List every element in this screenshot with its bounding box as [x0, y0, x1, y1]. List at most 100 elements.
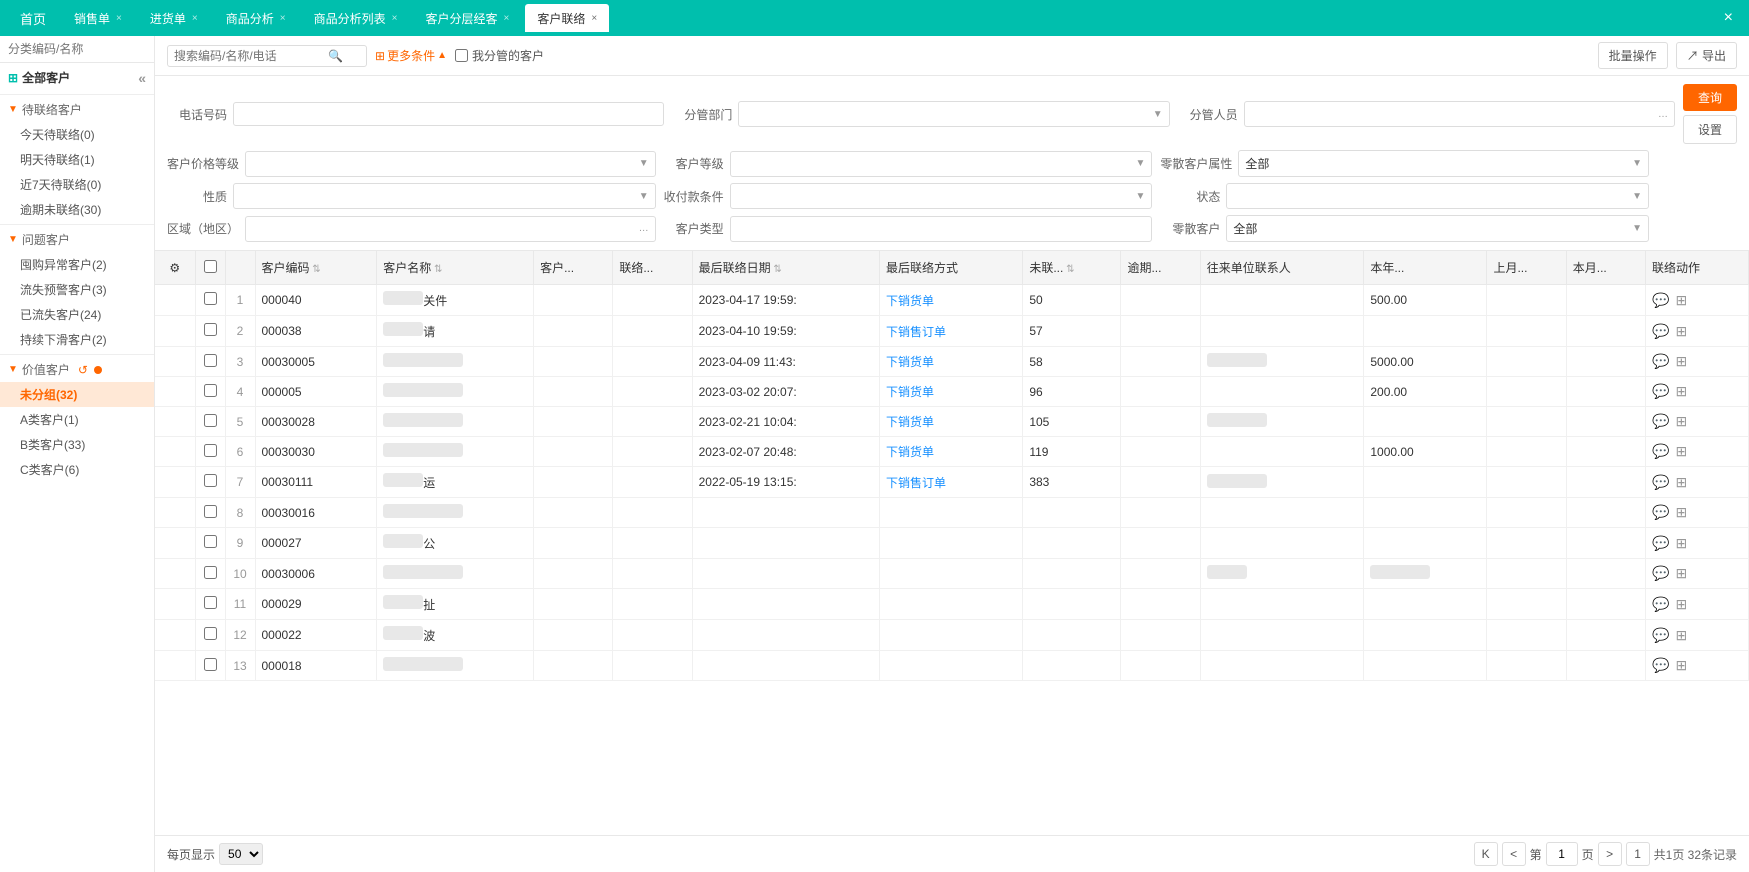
close-customer-contact-icon[interactable]: × [591, 13, 597, 24]
dept-select[interactable]: ▼ [738, 101, 1169, 127]
last-page-button[interactable]: 1 [1626, 842, 1650, 866]
sidebar-item-type-a[interactable]: A类客户(1) [0, 407, 154, 432]
status-select[interactable]: ▼ [1226, 183, 1649, 209]
chat-icon[interactable]: 💬 [1652, 474, 1669, 491]
last-contact-method-link[interactable]: 下销货单 [886, 445, 934, 459]
nav-tab-analysis[interactable]: 商品分析 × [214, 4, 298, 32]
settings-icon[interactable]: ⚙ [169, 261, 180, 275]
col-uncontacted[interactable]: 未联... [1023, 251, 1121, 285]
grid-action-icon[interactable]: ⊞ [1675, 565, 1687, 582]
select-all-checkbox[interactable] [204, 260, 217, 273]
sidebar-item-churn-warning[interactable]: 流失预警客户(3) [0, 277, 154, 302]
last-contact-method-link[interactable]: 下销货单 [886, 415, 934, 429]
my-customers-checkbox[interactable] [455, 49, 468, 62]
chat-icon[interactable]: 💬 [1652, 292, 1669, 309]
close-analysis-icon[interactable]: × [280, 13, 286, 24]
row-checkbox[interactable] [204, 474, 217, 487]
sidebar-item-declining[interactable]: 持续下滑客户(2) [0, 327, 154, 352]
my-customers-checkbox-label[interactable]: 我分管的客户 [455, 47, 544, 64]
prev-page-button[interactable]: < [1502, 842, 1526, 866]
area-select[interactable]: … [245, 216, 656, 242]
main-search-icon[interactable]: 🔍 [328, 49, 343, 63]
row-checkbox[interactable] [204, 505, 217, 518]
price-level-select[interactable]: ▼ [245, 151, 656, 177]
chat-icon[interactable]: 💬 [1652, 323, 1669, 340]
customer-type-select[interactable] [730, 216, 1153, 242]
col-last-contact-date[interactable]: 最后联络日期 [692, 251, 879, 285]
sidebar-item-churned[interactable]: 已流失客户(24) [0, 302, 154, 327]
value-refresh-icon[interactable]: ↺ [78, 363, 88, 377]
sidebar-item-tomorrow[interactable]: 明天待联络(1) [0, 147, 154, 172]
grid-action-icon[interactable]: ⊞ [1675, 353, 1687, 370]
sidebar-item-today[interactable]: 今天待联络(0) [0, 122, 154, 147]
chat-icon[interactable]: 💬 [1652, 383, 1669, 400]
sidebar-item-abnormal[interactable]: 囤购异常客户(2) [0, 252, 154, 277]
nature-select[interactable]: ▼ [233, 183, 656, 209]
grid-action-icon[interactable]: ⊞ [1675, 413, 1687, 430]
nav-tab-purchase[interactable]: 进货单 × [138, 4, 210, 32]
nav-tab-customer-contact[interactable]: 客户联络 × [525, 4, 609, 32]
chat-icon[interactable]: 💬 [1652, 443, 1669, 460]
grid-action-icon[interactable]: ⊞ [1675, 627, 1687, 644]
grid-action-icon[interactable]: ⊞ [1675, 292, 1687, 309]
close-sales-icon[interactable]: × [116, 13, 122, 24]
grid-action-icon[interactable]: ⊞ [1675, 596, 1687, 613]
sidebar-item-type-b[interactable]: B类客户(33) [0, 432, 154, 457]
chat-icon[interactable]: 💬 [1652, 353, 1669, 370]
query-button[interactable]: 查询 [1683, 84, 1737, 111]
manager-select[interactable]: … [1244, 101, 1675, 127]
row-checkbox[interactable] [204, 323, 217, 336]
pending-group-header[interactable]: ▼ 待联络客户 [0, 97, 154, 122]
col-name[interactable]: 客户名称 [377, 251, 534, 285]
more-conditions-btn[interactable]: ⊞ 更多条件 ▲ [375, 47, 447, 64]
retail-attr-select[interactable]: 全部 ▼ [1238, 150, 1649, 177]
last-contact-method-link[interactable]: 下销货单 [886, 355, 934, 369]
row-checkbox[interactable] [204, 566, 217, 579]
row-checkbox[interactable] [204, 292, 217, 305]
row-checkbox[interactable] [204, 596, 217, 609]
sidebar-search-input[interactable] [8, 42, 155, 56]
app-close-icon[interactable]: × [1716, 9, 1741, 27]
sidebar-all-customers[interactable]: ⊞ 全部客户 « [0, 63, 154, 92]
col-code[interactable]: 客户编码 [255, 251, 377, 285]
nav-home-tab[interactable]: 首页 [8, 9, 58, 28]
sidebar-item-ungrouped[interactable]: 未分组(32) [0, 382, 154, 407]
row-checkbox[interactable] [204, 658, 217, 671]
row-checkbox[interactable] [204, 444, 217, 457]
close-customer-seg-icon[interactable]: × [503, 13, 509, 24]
first-page-button[interactable]: K [1474, 842, 1498, 866]
chat-icon[interactable]: 💬 [1652, 596, 1669, 613]
last-contact-method-link[interactable]: 下销货单 [886, 294, 934, 308]
chat-icon[interactable]: 💬 [1652, 565, 1669, 582]
payment-terms-select[interactable]: ▼ [730, 183, 1153, 209]
nav-tab-analysis-list[interactable]: 商品分析列表 × [302, 4, 410, 32]
chat-icon[interactable]: 💬 [1652, 535, 1669, 552]
last-contact-method-link[interactable]: 下销货单 [886, 385, 934, 399]
close-analysis-list-icon[interactable]: × [392, 13, 398, 24]
last-contact-method-link[interactable]: 下销售订单 [886, 476, 946, 490]
grid-action-icon[interactable]: ⊞ [1675, 535, 1687, 552]
grid-action-icon[interactable]: ⊞ [1675, 383, 1687, 400]
row-checkbox[interactable] [204, 414, 217, 427]
page-number-input[interactable] [1546, 842, 1578, 866]
grid-action-icon[interactable]: ⊞ [1675, 504, 1687, 521]
grid-action-icon[interactable]: ⊞ [1675, 474, 1687, 491]
batch-op-button[interactable]: 批量操作 [1598, 42, 1668, 69]
value-group-header[interactable]: ▼ 价值客户 ↺ [0, 357, 154, 382]
nav-tab-customer-seg[interactable]: 客户分层经客 × [413, 4, 521, 32]
chat-icon[interactable]: 💬 [1652, 413, 1669, 430]
chat-icon[interactable]: 💬 [1652, 627, 1669, 644]
problem-group-header[interactable]: ▼ 问题客户 [0, 227, 154, 252]
nav-tab-sales[interactable]: 销售单 × [62, 4, 134, 32]
main-search-input[interactable] [174, 49, 324, 63]
retail-customer-select[interactable]: 全部 ▼ [1226, 215, 1649, 242]
row-checkbox[interactable] [204, 384, 217, 397]
page-size-select[interactable]: 50 [219, 843, 263, 865]
chat-icon[interactable]: 💬 [1652, 504, 1669, 521]
close-purchase-icon[interactable]: × [192, 13, 198, 24]
grid-action-icon[interactable]: ⊞ [1675, 443, 1687, 460]
grid-action-icon[interactable]: ⊞ [1675, 657, 1687, 674]
sidebar-item-type-c[interactable]: C类客户(6) [0, 457, 154, 482]
grid-action-icon[interactable]: ⊞ [1675, 323, 1687, 340]
chat-icon[interactable]: 💬 [1652, 657, 1669, 674]
